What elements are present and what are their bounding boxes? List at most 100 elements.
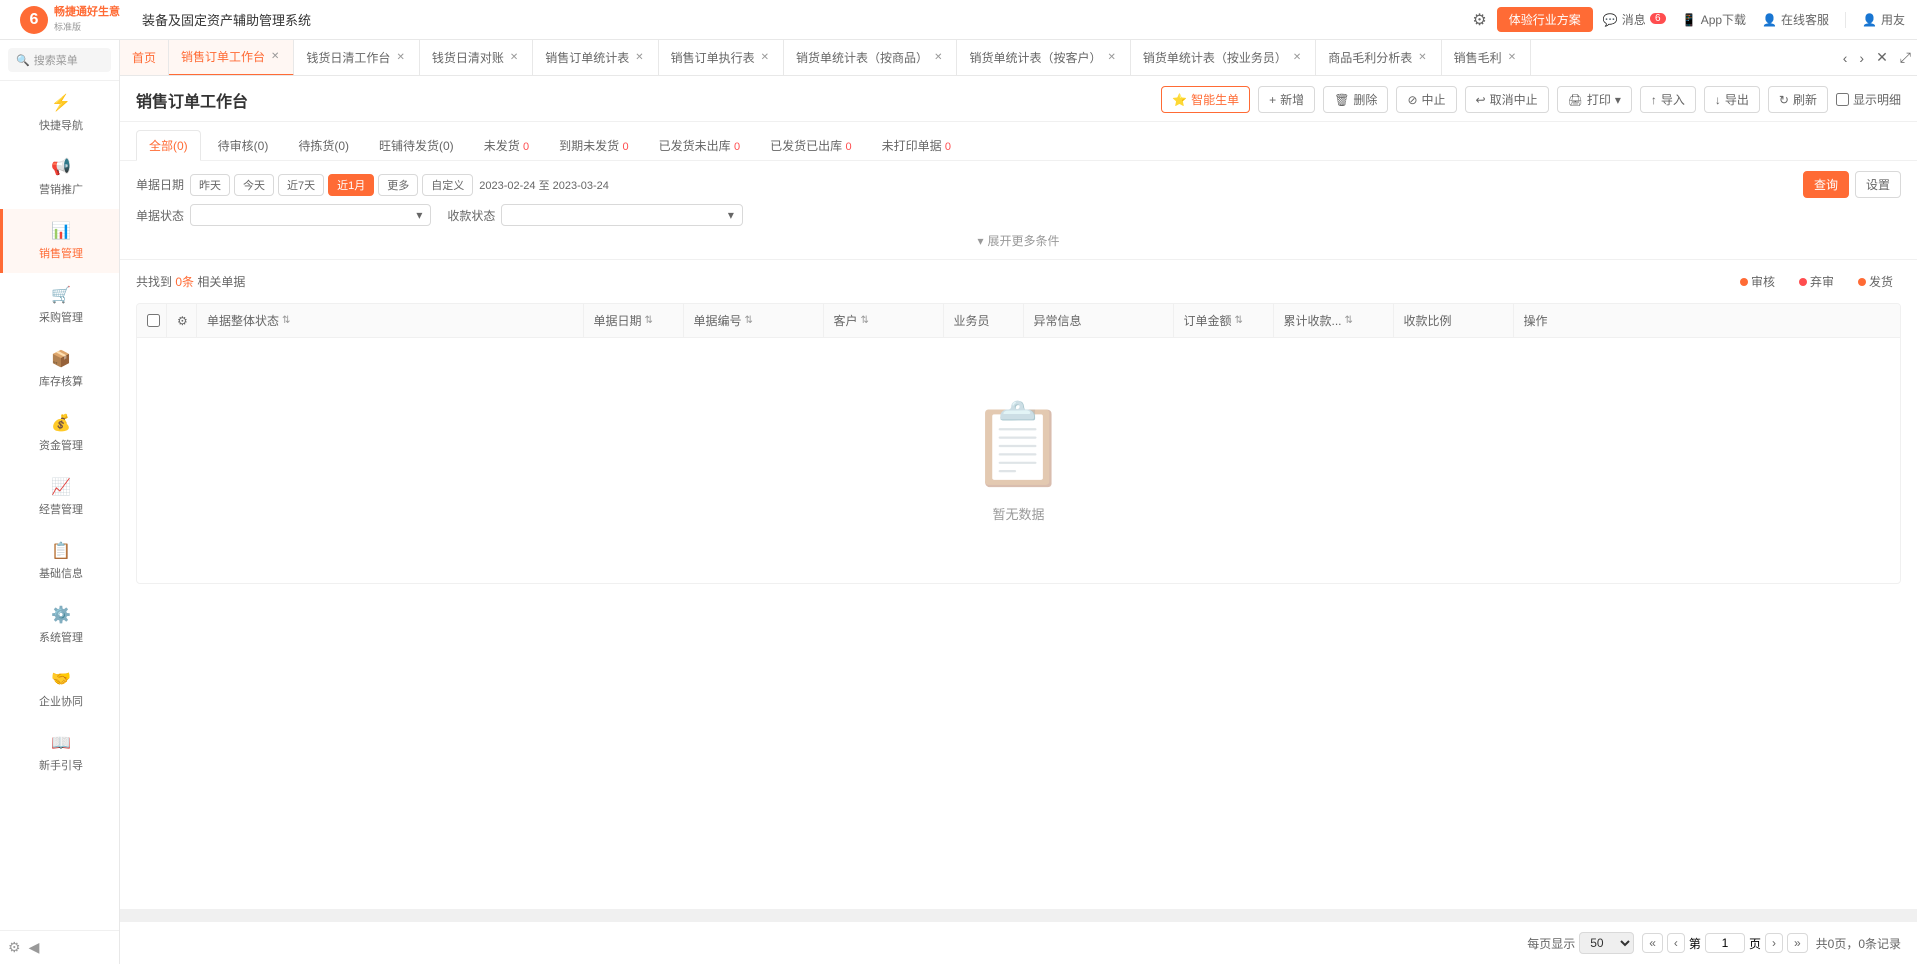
tab-close-icon[interactable]: ✕ — [394, 52, 406, 63]
detail-checkbox-input[interactable] — [1836, 93, 1849, 106]
sort-icon[interactable]: ⇅ — [1235, 315, 1243, 326]
first-page-btn[interactable]: « — [1642, 933, 1663, 953]
tab-prev-btn[interactable]: ‹ — [1837, 46, 1854, 70]
tab-staff-stats[interactable]: 销货单统计表（按业务员） ✕ — [1131, 40, 1316, 76]
expand-filter-btn[interactable]: ▾ 展开更多条件 — [977, 232, 1059, 249]
suspend-button[interactable]: ⊘ 中止 — [1396, 86, 1456, 113]
status-select[interactable]: ▾ — [190, 204, 431, 226]
sort-icon[interactable]: ⇅ — [861, 315, 869, 326]
audit-btn[interactable]: 审核 — [1732, 270, 1783, 293]
ship-action-btn[interactable]: 发货 — [1850, 270, 1901, 293]
date-btn-custom[interactable]: 自定义 — [422, 174, 473, 196]
logo-icon: 6 — [20, 6, 48, 34]
user-btn[interactable]: 👤 用友 — [1862, 11, 1905, 28]
tab-close-icon[interactable]: ✕ — [1506, 52, 1518, 63]
tab-goods-stats[interactable]: 销货单统计表（按商品） ✕ — [784, 40, 957, 76]
column-settings-icon[interactable]: ⚙ — [177, 314, 188, 328]
sidebar-item-guide[interactable]: 📖 新手引导 — [0, 721, 119, 785]
tab-sales-margin[interactable]: 销售毛利 ✕ — [1442, 40, 1531, 76]
sidebar-item-operations[interactable]: 📈 经营管理 — [0, 465, 119, 529]
tab-close-icon[interactable]: ✕ — [1416, 52, 1428, 63]
tab-daily-clear[interactable]: 钱货日清工作台 ✕ — [294, 40, 419, 76]
tab-sales-exec[interactable]: 销售订单执行表 ✕ — [659, 40, 784, 76]
print-icon: 🖨 — [1568, 93, 1583, 107]
sort-icon[interactable]: ⇅ — [282, 315, 290, 326]
sub-tab-pending-pick[interactable]: 待拣货(0) — [285, 130, 362, 160]
sidebar-item-system[interactable]: ⚙️ 系统管理 — [0, 593, 119, 657]
refresh-button[interactable]: ↻ 刷新 — [1768, 86, 1828, 113]
export-button[interactable]: ↓ 导出 — [1704, 86, 1760, 113]
tab-close-icon[interactable]: ✕ — [932, 52, 944, 63]
sidebar-item-purchase[interactable]: 🛒 采购管理 — [0, 273, 119, 337]
tab-close-all-btn[interactable]: ✕ — [1870, 45, 1894, 70]
smart-gen-button[interactable]: ⭐ 智能生单 — [1161, 86, 1250, 113]
tab-label: 商品毛利分析表 — [1328, 49, 1412, 66]
cancel-audit-btn[interactable]: 弃审 — [1791, 270, 1842, 293]
show-detail-checkbox[interactable]: 显示明细 — [1836, 91, 1901, 108]
tab-close-icon[interactable]: ✕ — [508, 52, 520, 63]
sub-tab-shipped-not-out[interactable]: 已发货未出库 0 — [646, 130, 753, 160]
payment-select[interactable]: ▾ — [501, 204, 742, 226]
sub-tab-all[interactable]: 全部(0) — [136, 130, 201, 161]
next-page-btn[interactable]: › — [1765, 933, 1783, 953]
collapse-icon[interactable]: ◀ — [29, 939, 40, 956]
sidebar-item-coop[interactable]: 🤝 企业协同 — [0, 657, 119, 721]
sub-tab-unprinted[interactable]: 未打印单据 0 — [869, 130, 964, 160]
sub-tab-overdue[interactable]: 到期未发货 0 — [546, 130, 641, 160]
filter-settings-button[interactable]: 设置 — [1855, 171, 1901, 198]
sort-icon[interactable]: ⇅ — [645, 315, 653, 326]
sub-tab-wangpu[interactable]: 旺铺待发货(0) — [366, 130, 467, 160]
sub-tab-pending-audit[interactable]: 待审核(0) — [205, 130, 282, 160]
sort-icon[interactable]: ⇅ — [1345, 315, 1353, 326]
sidebar-item-finance[interactable]: 💰 资金管理 — [0, 401, 119, 465]
sidebar-item-sales[interactable]: 📊 销售管理 — [0, 209, 119, 273]
date-btn-yesterday[interactable]: 昨天 — [190, 174, 230, 196]
app-download-btn[interactable]: 📱 App下载 — [1682, 11, 1746, 28]
tab-reconcile[interactable]: 钱货日清对账 ✕ — [420, 40, 533, 76]
settings-bottom-icon[interactable]: ⚙ — [8, 939, 21, 956]
sidebar-item-inventory[interactable]: 📦 库存核算 — [0, 337, 119, 401]
select-all-checkbox[interactable] — [147, 314, 160, 327]
sub-tab-shipped-out[interactable]: 已发货已出库 0 — [757, 130, 864, 160]
date-btn-today[interactable]: 今天 — [234, 174, 274, 196]
tab-close-icon[interactable]: ✕ — [633, 52, 645, 63]
sidebar-item-basic[interactable]: 📋 基础信息 — [0, 529, 119, 593]
show-detail-label: 显示明细 — [1853, 91, 1901, 108]
date-btn-7days[interactable]: 近7天 — [278, 174, 324, 196]
horizontal-scrollbar[interactable] — [120, 909, 1917, 921]
tab-home[interactable]: 首页 — [120, 40, 169, 76]
tab-customer-stats[interactable]: 销货单统计表（按客户） ✕ — [957, 40, 1130, 76]
tab-sales-stats[interactable]: 销售订单统计表 ✕ — [533, 40, 658, 76]
new-button[interactable]: + 新增 — [1258, 86, 1315, 113]
page-number-input[interactable] — [1705, 933, 1745, 953]
tab-expand-btn[interactable]: ⤢ — [1894, 45, 1917, 70]
search-inner[interactable]: 🔍 搜索菜单 — [8, 48, 111, 72]
per-page-select[interactable]: 50 10 20 100 — [1579, 932, 1634, 954]
date-btn-1month[interactable]: 近1月 — [328, 174, 374, 196]
last-page-btn[interactable]: » — [1787, 933, 1808, 953]
tab-close-icon[interactable]: ✕ — [759, 52, 771, 63]
tab-margin-analysis[interactable]: 商品毛利分析表 ✕ — [1316, 40, 1441, 76]
tab-next-btn[interactable]: › — [1853, 46, 1870, 70]
cancel-suspend-button[interactable]: ↩ 取消中止 — [1465, 86, 1549, 113]
date-btn-more[interactable]: 更多 — [378, 174, 418, 196]
tab-close-icon[interactable]: ✕ — [1291, 52, 1303, 63]
sidebar-search[interactable]: 🔍 搜索菜单 — [0, 40, 119, 81]
page-title: 销售订单工作台 — [136, 88, 248, 112]
sidebar-item-marketing[interactable]: 📢 营销推广 — [0, 145, 119, 209]
sub-tab-unshipped[interactable]: 未发货 0 — [471, 130, 542, 160]
import-button[interactable]: ↑ 导入 — [1640, 86, 1696, 113]
tab-close-icon[interactable]: ✕ — [1105, 52, 1117, 63]
tab-sales-workbench[interactable]: 销售订单工作台 ✕ — [169, 40, 294, 76]
sidebar-item-shortcut[interactable]: ⚡ 快捷导航 — [0, 81, 119, 145]
delete-button[interactable]: 🗑 删除 — [1323, 86, 1388, 113]
message-btn[interactable]: 💬 消息 6 — [1603, 11, 1666, 28]
print-button[interactable]: 🖨 打印 ▾ — [1557, 86, 1632, 113]
prev-page-btn[interactable]: ‹ — [1667, 933, 1685, 953]
online-service-btn[interactable]: 👤 在线客服 — [1762, 11, 1829, 28]
sort-icon[interactable]: ⇅ — [745, 315, 753, 326]
query-button[interactable]: 查询 — [1803, 171, 1849, 198]
industry-button[interactable]: 体验行业方案 — [1497, 7, 1593, 32]
gear-icon[interactable]: ⚙ — [1472, 10, 1486, 30]
tab-close-icon[interactable]: ✕ — [269, 51, 281, 62]
